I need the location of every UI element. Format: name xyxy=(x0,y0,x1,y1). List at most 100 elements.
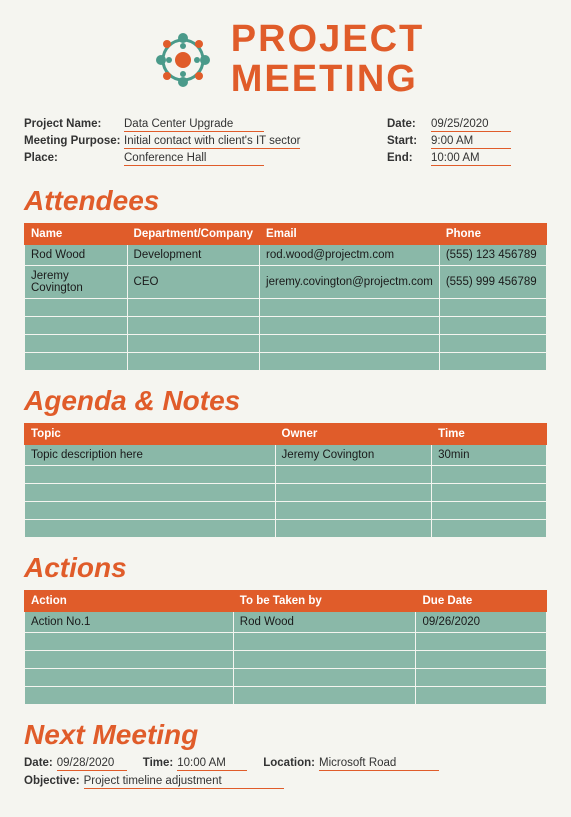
table-cell: jeremy.covington@projectm.com xyxy=(260,265,440,298)
nm-location-value: Microsoft Road xyxy=(319,757,439,771)
table-cell xyxy=(127,352,260,370)
table-cell xyxy=(25,668,234,686)
actions-row xyxy=(25,686,547,704)
agenda-row xyxy=(25,501,547,519)
attendees-col-dept: Department/Company xyxy=(127,223,260,244)
table-cell xyxy=(439,352,546,370)
attendees-heading: Attendees xyxy=(24,185,547,217)
nm-time-label: Time: xyxy=(143,757,173,769)
table-cell xyxy=(260,352,440,370)
nm-time-value: 10:00 AM xyxy=(177,757,247,771)
table-cell xyxy=(432,465,547,483)
table-cell xyxy=(233,650,416,668)
meeting-purpose-label: Meeting Purpose: xyxy=(24,135,124,147)
table-cell xyxy=(432,501,547,519)
date-label: Date: xyxy=(387,118,431,130)
agenda-row xyxy=(25,483,547,501)
date-row: Date: 09/25/2020 xyxy=(387,118,547,132)
agenda-col-time: Time xyxy=(432,423,547,444)
project-name-row: Project Name: Data Center Upgrade xyxy=(24,118,387,132)
table-cell xyxy=(127,298,260,316)
table-cell xyxy=(25,686,234,704)
table-cell xyxy=(260,298,440,316)
attendees-table: Name Department/Company Email Phone Rod … xyxy=(24,223,547,371)
table-cell xyxy=(25,316,128,334)
table-cell xyxy=(233,686,416,704)
table-cell xyxy=(260,316,440,334)
start-value: 9:00 AM xyxy=(431,135,511,149)
table-cell xyxy=(439,334,546,352)
table-cell xyxy=(25,650,234,668)
actions-row xyxy=(25,650,547,668)
meeting-purpose-row: Meeting Purpose: Initial contact with cl… xyxy=(24,135,387,149)
project-name-value: Data Center Upgrade xyxy=(124,118,264,132)
table-cell xyxy=(25,334,128,352)
table-cell xyxy=(25,519,276,537)
meeting-purpose-value: Initial contact with client's IT sector xyxy=(124,135,300,149)
table-cell xyxy=(25,483,276,501)
project-info: Project Name: Data Center Upgrade Meetin… xyxy=(24,118,547,169)
table-cell xyxy=(233,632,416,650)
table-cell: Action No.1 xyxy=(25,611,234,632)
actions-col-action: Action xyxy=(25,590,234,611)
actions-header-row: Action To be Taken by Due Date xyxy=(25,590,547,611)
table-cell xyxy=(439,316,546,334)
place-label: Place: xyxy=(24,152,124,164)
table-cell: Topic description here xyxy=(25,444,276,465)
table-cell xyxy=(416,632,547,650)
table-cell xyxy=(416,650,547,668)
place-value: Conference Hall xyxy=(124,152,264,166)
actions-col-taken: To be Taken by xyxy=(233,590,416,611)
table-cell xyxy=(127,316,260,334)
header: PROJECT MEETING xyxy=(24,20,547,100)
actions-row xyxy=(25,632,547,650)
nm-location-label: Location: xyxy=(263,757,315,769)
table-cell: rod.wood@projectm.com xyxy=(260,244,440,265)
next-meeting-row2: Objective: Project timeline adjustment xyxy=(24,775,547,789)
actions-col-due: Due Date xyxy=(416,590,547,611)
table-cell xyxy=(275,465,432,483)
nm-objective-label: Objective: xyxy=(24,775,80,787)
agenda-header-row: Topic Owner Time xyxy=(25,423,547,444)
table-cell: 30min xyxy=(432,444,547,465)
logo-icon xyxy=(147,24,219,96)
attendees-row: Rod WoodDevelopmentrod.wood@projectm.com… xyxy=(25,244,547,265)
header-title: PROJECT MEETING xyxy=(231,20,424,100)
attendees-row xyxy=(25,316,547,334)
agenda-row xyxy=(25,465,547,483)
table-cell xyxy=(25,632,234,650)
attendees-row xyxy=(25,352,547,370)
table-cell xyxy=(275,501,432,519)
table-cell xyxy=(439,298,546,316)
info-left: Project Name: Data Center Upgrade Meetin… xyxy=(24,118,387,169)
start-row: Start: 9:00 AM xyxy=(387,135,547,149)
project-name-label: Project Name: xyxy=(24,118,124,130)
table-cell xyxy=(432,483,547,501)
start-label: Start: xyxy=(387,135,431,147)
place-row: Place: Conference Hall xyxy=(24,152,387,166)
table-cell xyxy=(127,334,260,352)
table-cell xyxy=(25,298,128,316)
agenda-row: Topic description hereJeremy Covington30… xyxy=(25,444,547,465)
table-cell xyxy=(233,668,416,686)
nm-date-value: 09/28/2020 xyxy=(57,757,127,771)
attendees-col-name: Name xyxy=(25,223,128,244)
actions-row xyxy=(25,668,547,686)
title-line2: MEETING xyxy=(231,60,424,100)
end-row: End: 10:00 AM xyxy=(387,152,547,166)
attendees-row xyxy=(25,334,547,352)
table-cell xyxy=(260,334,440,352)
table-cell xyxy=(25,352,128,370)
table-cell: Rod Wood xyxy=(25,244,128,265)
table-cell: CEO xyxy=(127,265,260,298)
attendees-col-email: Email xyxy=(260,223,440,244)
title-line1: PROJECT xyxy=(231,20,424,60)
table-cell xyxy=(432,519,547,537)
table-cell: (555) 999 456789 xyxy=(439,265,546,298)
end-value: 10:00 AM xyxy=(431,152,511,166)
end-label: End: xyxy=(387,152,431,164)
agenda-col-topic: Topic xyxy=(25,423,276,444)
actions-heading: Actions xyxy=(24,552,547,584)
table-cell xyxy=(416,668,547,686)
agenda-heading: Agenda & Notes xyxy=(24,385,547,417)
